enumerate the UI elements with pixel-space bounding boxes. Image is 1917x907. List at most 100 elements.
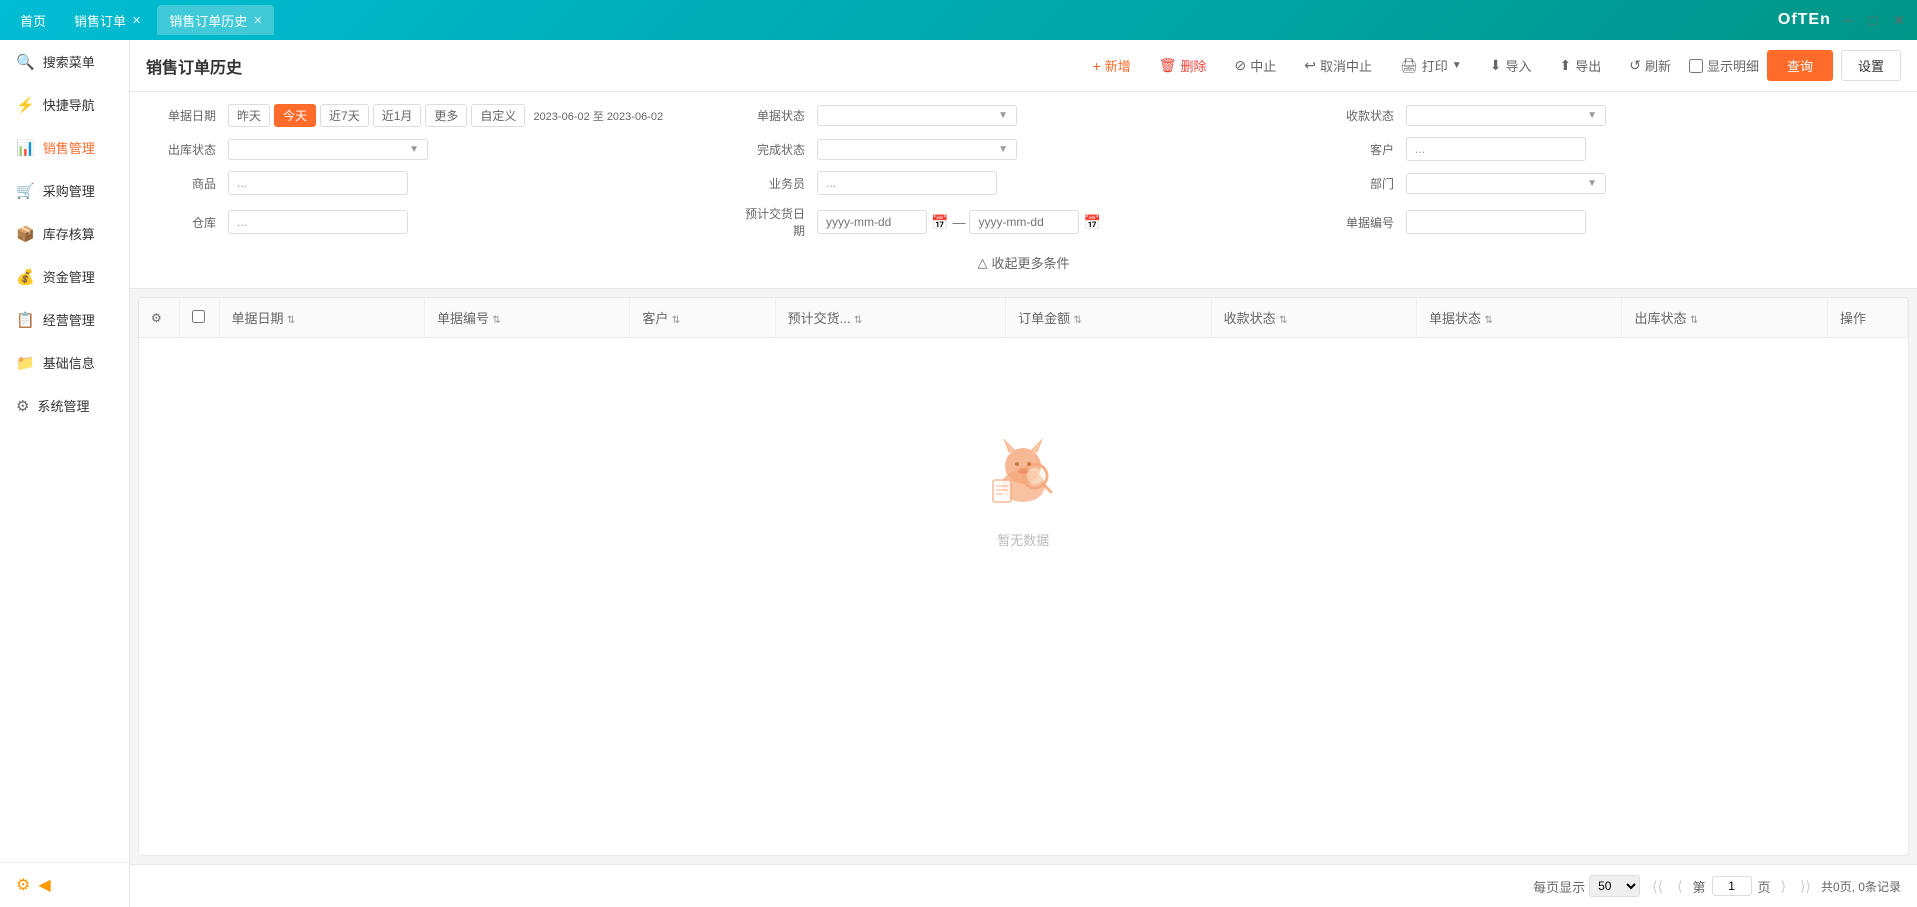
display-toggle: 显示明细 bbox=[1689, 56, 1759, 75]
sidebar-item-search-menu[interactable]: 🔍 搜索菜单 bbox=[0, 40, 129, 83]
import-btn[interactable]: ⬇ 导入 bbox=[1480, 51, 1542, 80]
stop-btn[interactable]: ⊘ 中止 bbox=[1225, 51, 1287, 80]
tab-sales-order-history[interactable]: 销售订单历史 ✕ bbox=[157, 5, 274, 35]
query-button[interactable]: 查询 bbox=[1767, 50, 1833, 81]
empty-text: 暂无数据 bbox=[997, 530, 1049, 549]
stop-icon: ⊘ bbox=[1235, 57, 1247, 74]
select-all-checkbox[interactable] bbox=[192, 310, 205, 323]
sidebar-item-label-operations-mgmt: 经营管理 bbox=[43, 310, 95, 329]
payment-status-select[interactable]: ▼ bbox=[1406, 105, 1606, 126]
sidebar-item-finance-mgmt[interactable]: 💰 资金管理 bbox=[0, 255, 129, 298]
th-delivery-status[interactable]: 出库状态 ⇅ bbox=[1622, 298, 1828, 338]
page-first-btn[interactable]: ⟨⟨ bbox=[1648, 876, 1667, 897]
filter-label-product: 商品 bbox=[146, 175, 216, 192]
settings-button[interactable]: 设置 bbox=[1841, 50, 1901, 81]
page-header: 销售订单历史 + 新增 🗑 删除 ⊘ 中止 ↩ 取消中止 bbox=[130, 40, 1917, 92]
customer-input[interactable]: ... bbox=[1406, 137, 1586, 161]
sidebar-item-label-basic-info: 基础信息 bbox=[43, 353, 95, 372]
delivery-date-from-icon[interactable]: 📅 bbox=[931, 214, 948, 231]
th-doc-status[interactable]: 单据状态 ⇅ bbox=[1417, 298, 1622, 338]
delivery-date-to[interactable] bbox=[969, 210, 1079, 234]
page-prev-btn[interactable]: ⟨ bbox=[1673, 876, 1686, 897]
th-delivery-date[interactable]: 预计交货... ⇅ bbox=[775, 298, 1006, 338]
th-doc-status-sort: ⇅ bbox=[1484, 315, 1492, 326]
per-page-select: 每页显示 10 20 50 100 bbox=[1533, 875, 1640, 897]
th-settings[interactable]: ⚙ bbox=[139, 298, 179, 338]
th-payment-status[interactable]: 收款状态 ⇅ bbox=[1211, 298, 1416, 338]
th-date-label: 单据日期 bbox=[232, 311, 284, 326]
search-menu-icon: 🔍 bbox=[16, 53, 35, 71]
date-btn-today[interactable]: 今天 bbox=[274, 104, 316, 127]
th-number[interactable]: 单据编号 ⇅ bbox=[424, 298, 629, 338]
collapse-more[interactable]: △ 收起更多条件 bbox=[146, 249, 1901, 276]
content-area: 销售订单历史 + 新增 🗑 删除 ⊘ 中止 ↩ 取消中止 bbox=[130, 40, 1917, 907]
th-date-sort: ⇅ bbox=[287, 315, 295, 326]
sidebar-item-label-system-mgmt: 系统管理 bbox=[37, 396, 89, 415]
export-btn[interactable]: ⬆ 导出 bbox=[1549, 51, 1611, 80]
tab-sales-order-close[interactable]: ✕ bbox=[132, 14, 141, 27]
tab-sales-order-history-close[interactable]: ✕ bbox=[253, 14, 262, 27]
cancel-stop-btn[interactable]: ↩ 取消中止 bbox=[1294, 51, 1382, 80]
bottom-settings-icon[interactable]: ⚙ bbox=[16, 875, 30, 895]
th-number-label: 单据编号 bbox=[437, 311, 489, 326]
filter-label-salesperson: 业务员 bbox=[735, 175, 805, 192]
th-amount-label: 订单金额 bbox=[1018, 311, 1070, 326]
page-next-btn[interactable]: ⟩ bbox=[1777, 876, 1790, 897]
th-customer[interactable]: 客户 ⇅ bbox=[630, 298, 775, 338]
complete-status-arrow: ▼ bbox=[998, 144, 1008, 155]
delete-btn-label: 删除 bbox=[1180, 56, 1206, 75]
cancel-stop-btn-label: 取消中止 bbox=[1320, 56, 1372, 75]
date-btn-more[interactable]: 更多 bbox=[425, 104, 467, 127]
date-range-text: 2023-06-02 至 2023-06-02 bbox=[533, 108, 663, 124]
filter-control-dept: ▼ bbox=[1406, 173, 1901, 194]
sidebar-item-sales-mgmt[interactable]: 📊 销售管理 bbox=[0, 126, 129, 169]
sidebar-item-basic-info[interactable]: 📁 基础信息 bbox=[0, 341, 129, 384]
date-btn-yesterday[interactable]: 昨天 bbox=[228, 104, 270, 127]
delivery-status-select[interactable]: ▼ bbox=[228, 139, 428, 160]
doc-status-select[interactable]: ▼ bbox=[817, 105, 1017, 126]
date-btn-7days[interactable]: 近7天 bbox=[320, 104, 369, 127]
delivery-date-from[interactable] bbox=[817, 210, 927, 234]
window-max-btn[interactable]: □ bbox=[1865, 10, 1881, 30]
window-min-btn[interactable]: ─ bbox=[1839, 10, 1857, 30]
doc-number-input[interactable] bbox=[1406, 210, 1586, 234]
th-amount[interactable]: 订单金额 ⇅ bbox=[1006, 298, 1211, 338]
th-delivery-date-sort: ⇅ bbox=[854, 315, 862, 326]
th-delivery-status-sort: ⇅ bbox=[1690, 315, 1698, 326]
complete-status-select[interactable]: ▼ bbox=[817, 139, 1017, 160]
sidebar-item-quick-nav[interactable]: ⚡ 快捷导航 bbox=[0, 83, 129, 126]
delete-btn[interactable]: 🗑 删除 bbox=[1149, 51, 1217, 80]
page-last-btn[interactable]: ⟩⟩ bbox=[1796, 876, 1815, 897]
product-input[interactable]: ... bbox=[228, 171, 408, 195]
finance-mgmt-icon: 💰 bbox=[16, 268, 35, 286]
refresh-icon: ↺ bbox=[1629, 57, 1641, 74]
display-toggle-checkbox[interactable] bbox=[1689, 59, 1703, 73]
sidebar-item-purchase-mgmt[interactable]: 🛒 采购管理 bbox=[0, 169, 129, 212]
refresh-btn[interactable]: ↺ 刷新 bbox=[1619, 51, 1681, 80]
filter-label-doc-status: 单据状态 bbox=[735, 107, 805, 124]
th-action-label: 操作 bbox=[1840, 311, 1866, 326]
salesperson-input[interactable]: ... bbox=[817, 171, 997, 195]
filter-control-complete-status: ▼ bbox=[817, 139, 1312, 160]
delivery-date-to-icon[interactable]: 📅 bbox=[1083, 214, 1100, 231]
add-btn[interactable]: + 新增 bbox=[1083, 51, 1141, 80]
bottom-collapse-icon[interactable]: ◀ bbox=[38, 875, 50, 895]
warehouse-input[interactable]: ... bbox=[228, 210, 408, 234]
page-num-input[interactable]: 1 bbox=[1712, 876, 1752, 896]
window-close-btn[interactable]: ✕ bbox=[1889, 10, 1909, 31]
total-info: 共0页, 0条记录 bbox=[1821, 878, 1901, 895]
date-btn-1month[interactable]: 近1月 bbox=[373, 104, 422, 127]
sidebar-item-operations-mgmt[interactable]: 📋 经营管理 bbox=[0, 298, 129, 341]
sidebar-bottom: ⚙ ◀ bbox=[0, 862, 129, 907]
th-date[interactable]: 单据日期 ⇅ bbox=[219, 298, 424, 338]
sidebar-item-inventory-check[interactable]: 📦 库存核算 bbox=[0, 212, 129, 255]
dept-select[interactable]: ▼ bbox=[1406, 173, 1606, 194]
payment-status-arrow: ▼ bbox=[1587, 110, 1597, 121]
tab-sales-order[interactable]: 销售订单 ✕ bbox=[62, 5, 153, 35]
tab-home[interactable]: 首页 bbox=[8, 5, 58, 35]
page-size-dropdown[interactable]: 10 20 50 100 bbox=[1589, 875, 1640, 897]
filter-label-complete-status: 完成状态 bbox=[735, 141, 805, 158]
sidebar-item-system-mgmt[interactable]: ⚙ 系统管理 bbox=[0, 384, 129, 427]
date-btn-custom[interactable]: 自定义 bbox=[471, 104, 525, 127]
print-btn[interactable]: 🖨 打印 ▼ bbox=[1390, 51, 1472, 80]
